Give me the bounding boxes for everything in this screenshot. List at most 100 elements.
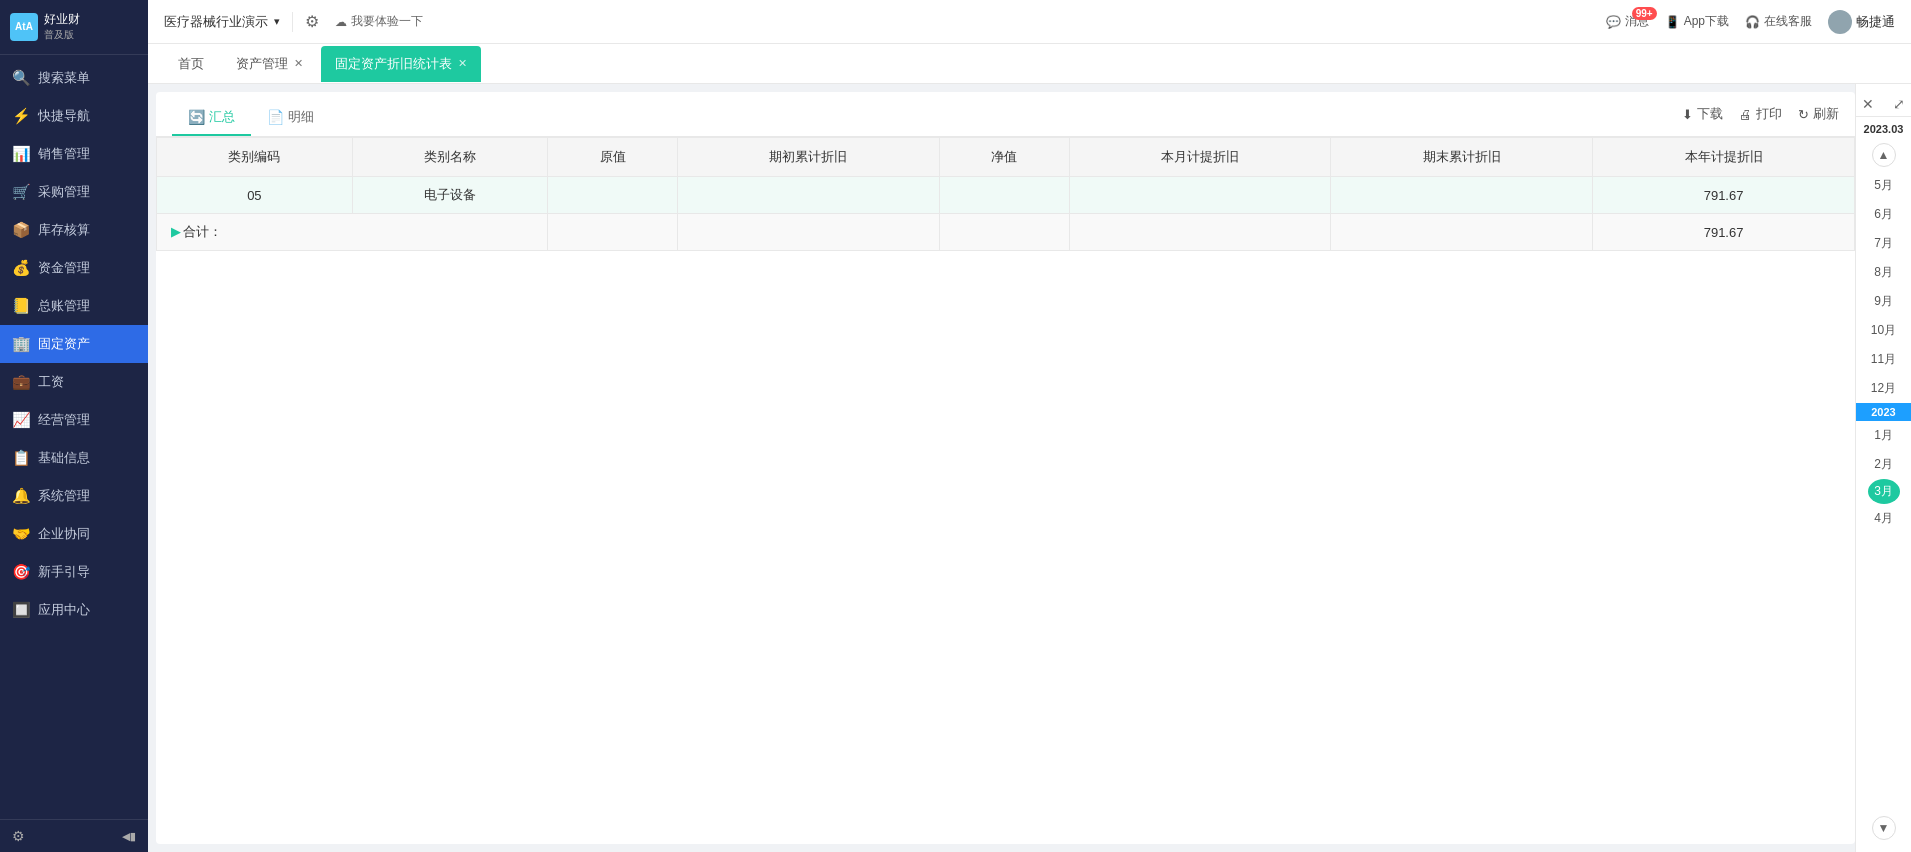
sidebar-item-purchase[interactable]: 🛒采购管理: [0, 173, 148, 211]
panel-close-icon[interactable]: ✕: [1862, 96, 1874, 112]
col-period-end: 期末累计折旧: [1331, 138, 1593, 177]
user-menu[interactable]: 畅捷通: [1828, 10, 1895, 34]
sidebar-item-corp[interactable]: 🤝企业协同: [0, 515, 148, 553]
cell-annual: 791.67: [1593, 177, 1855, 214]
sidebar-item-capital[interactable]: 💰资金管理: [0, 249, 148, 287]
settings-footer-icon[interactable]: ⚙: [12, 828, 25, 844]
tab-depreciation-label: 固定资产折旧统计表: [335, 55, 452, 73]
total-original: [548, 214, 678, 251]
tabbar: 首页 资产管理 ✕ 固定资产折旧统计表 ✕: [148, 44, 1911, 84]
col-original: 原值: [548, 138, 678, 177]
month-11[interactable]: 11月: [1856, 345, 1911, 374]
topbar: 医疗器械行业演示 ▾ ⚙ ☁ 我要体验一下 💬 消息 99+ 📱 App下载 🎧…: [148, 0, 1911, 44]
depreciation-table: 类别编码 类别名称 原值 期初累计折旧 净值 本月计提折旧 期末累计折旧 本年计…: [156, 137, 1855, 251]
tab-home[interactable]: 首页: [164, 46, 218, 82]
sidebar-icon-system: 🔔: [12, 487, 30, 505]
total-monthly: [1069, 214, 1331, 251]
sidebar-icon-search: 🔍: [12, 69, 30, 87]
cell-period-end: [1331, 177, 1593, 214]
collapse-icon[interactable]: ◀▮: [122, 830, 136, 843]
month-6[interactable]: 6月: [1856, 200, 1911, 229]
col-name: 类别名称: [352, 138, 548, 177]
table-header-row: 类别编码 类别名称 原值 期初累计折旧 净值 本月计提折旧 期末累计折旧 本年计…: [157, 138, 1855, 177]
col-code: 类别编码: [157, 138, 353, 177]
month-3-active[interactable]: 3月: [1868, 479, 1900, 504]
sidebar-item-fixed[interactable]: 🏢固定资产: [0, 325, 148, 363]
app-download-action[interactable]: 📱 App下载: [1665, 13, 1729, 30]
print-btn[interactable]: 🖨 打印: [1739, 105, 1782, 123]
message-action[interactable]: 💬 消息 99+: [1606, 13, 1649, 30]
col-accum: 期初累计折旧: [678, 138, 940, 177]
tab-depreciation-close[interactable]: ✕: [458, 57, 467, 70]
year-2023-label: 2023: [1856, 403, 1911, 421]
sidebar-item-quicknav[interactable]: ⚡快捷导航: [0, 97, 148, 135]
phone-icon: 📱: [1665, 15, 1680, 29]
sidebar-item-operations[interactable]: 📈经营管理: [0, 401, 148, 439]
sidebar-label-search: 搜索菜单: [38, 69, 90, 87]
sidebar-item-search[interactable]: 🔍 搜索菜单: [0, 59, 148, 97]
sidebar-item-apps[interactable]: 🔲应用中心: [0, 591, 148, 629]
company-selector[interactable]: 医疗器械行业演示 ▾: [164, 13, 280, 31]
topbar-right: 💬 消息 99+ 📱 App下载 🎧 在线客服 畅捷通: [1606, 10, 1895, 34]
table-row: 05 电子设备 791.67: [157, 177, 1855, 214]
experience-btn[interactable]: ☁ 我要体验一下: [335, 13, 423, 30]
month-8[interactable]: 8月: [1856, 258, 1911, 287]
refresh-label: 刷新: [1813, 105, 1839, 123]
sidebar-item-base[interactable]: 📋基础信息: [0, 439, 148, 477]
sidebar-icon-capital: 💰: [12, 259, 30, 277]
sidebar-icon-payroll: 💼: [12, 373, 30, 391]
panel-nav-down: ▼: [1856, 812, 1911, 844]
sidebar-label-ledger: 总账管理: [38, 297, 90, 315]
month-10[interactable]: 10月: [1856, 316, 1911, 345]
sidebar-label-system: 系统管理: [38, 487, 90, 505]
app-name: 好业财: [44, 12, 80, 28]
month-7[interactable]: 7月: [1856, 229, 1911, 258]
sidebar-label-inventory: 库存核算: [38, 221, 90, 239]
subtab-detail[interactable]: 📄 明细: [251, 100, 330, 136]
panel-header: ✕ ⤢: [1856, 92, 1911, 117]
total-icon: ▶: [171, 224, 181, 239]
sidebar-item-ledger[interactable]: 📒 总账管理: [0, 287, 148, 325]
col-monthly: 本月计提折旧: [1069, 138, 1331, 177]
panel-up-btn[interactable]: ▲: [1872, 143, 1896, 167]
month-12[interactable]: 12月: [1856, 374, 1911, 403]
sidebar-item-inventory[interactable]: 📦库存核算: [0, 211, 148, 249]
detail-label: 明细: [288, 108, 314, 126]
month-9[interactable]: 9月: [1856, 287, 1911, 316]
sidebar-icon-apps: 🔲: [12, 601, 30, 619]
subtab-summary[interactable]: 🔄 汇总: [172, 100, 251, 136]
cell-monthly: [1069, 177, 1331, 214]
sidebar-icon-purchase: 🛒: [12, 183, 30, 201]
sidebar-item-sales[interactable]: 📊销售管理: [0, 135, 148, 173]
panel-expand-icon[interactable]: ⤢: [1893, 96, 1905, 112]
sidebar-icon-ledger: 📒: [12, 297, 30, 315]
download-btn[interactable]: ⬇ 下载: [1682, 105, 1723, 123]
topbar-settings-icon[interactable]: ⚙: [305, 12, 319, 31]
panel-down-btn[interactable]: ▼: [1872, 816, 1896, 840]
dropdown-icon: ▾: [274, 15, 280, 28]
service-action[interactable]: 🎧 在线客服: [1745, 13, 1812, 30]
sidebar-footer: ⚙ ◀▮: [0, 819, 148, 852]
tab-assets[interactable]: 资产管理 ✕: [222, 46, 317, 82]
sidebar-item-guide[interactable]: 🎯新手引导: [0, 553, 148, 591]
month-4[interactable]: 4月: [1856, 504, 1911, 533]
message-badge: 99+: [1632, 7, 1657, 20]
sidebar: AtA 好业财 普及版 🔍搜索菜单⚡快捷导航📊销售管理🛒采购管理📦库存核算💰资金…: [0, 0, 148, 852]
refresh-btn[interactable]: ↻ 刷新: [1798, 105, 1839, 123]
month-5[interactable]: 5月: [1856, 171, 1911, 200]
sidebar-item-payroll[interactable]: 💼工资: [0, 363, 148, 401]
tab-assets-close[interactable]: ✕: [294, 57, 303, 70]
tab-depreciation[interactable]: 固定资产折旧统计表 ✕: [321, 46, 481, 82]
sidebar-title-block: 好业财 普及版: [44, 12, 80, 42]
month-1[interactable]: 1月: [1856, 421, 1911, 450]
company-name: 医疗器械行业演示: [164, 13, 268, 31]
sidebar-item-system[interactable]: 🔔 系统管理: [0, 477, 148, 515]
col-net: 净值: [939, 138, 1069, 177]
sidebar-icon-fixed: 🏢: [12, 335, 30, 353]
cell-code: 05: [157, 177, 353, 214]
content-main: 🔄 汇总 📄 明细 ⬇ 下载 🖨 打印: [156, 92, 1855, 844]
sidebar-label-base: 基础信息: [38, 449, 90, 467]
total-label: ▶合计：: [157, 214, 548, 251]
sidebar-nav: 🔍 搜索菜单 ⚡快捷导航📊销售管理🛒采购管理📦库存核算💰资金管理 📒 总账管理 🏢固定资产…: [0, 55, 148, 819]
month-2[interactable]: 2月: [1856, 450, 1911, 479]
